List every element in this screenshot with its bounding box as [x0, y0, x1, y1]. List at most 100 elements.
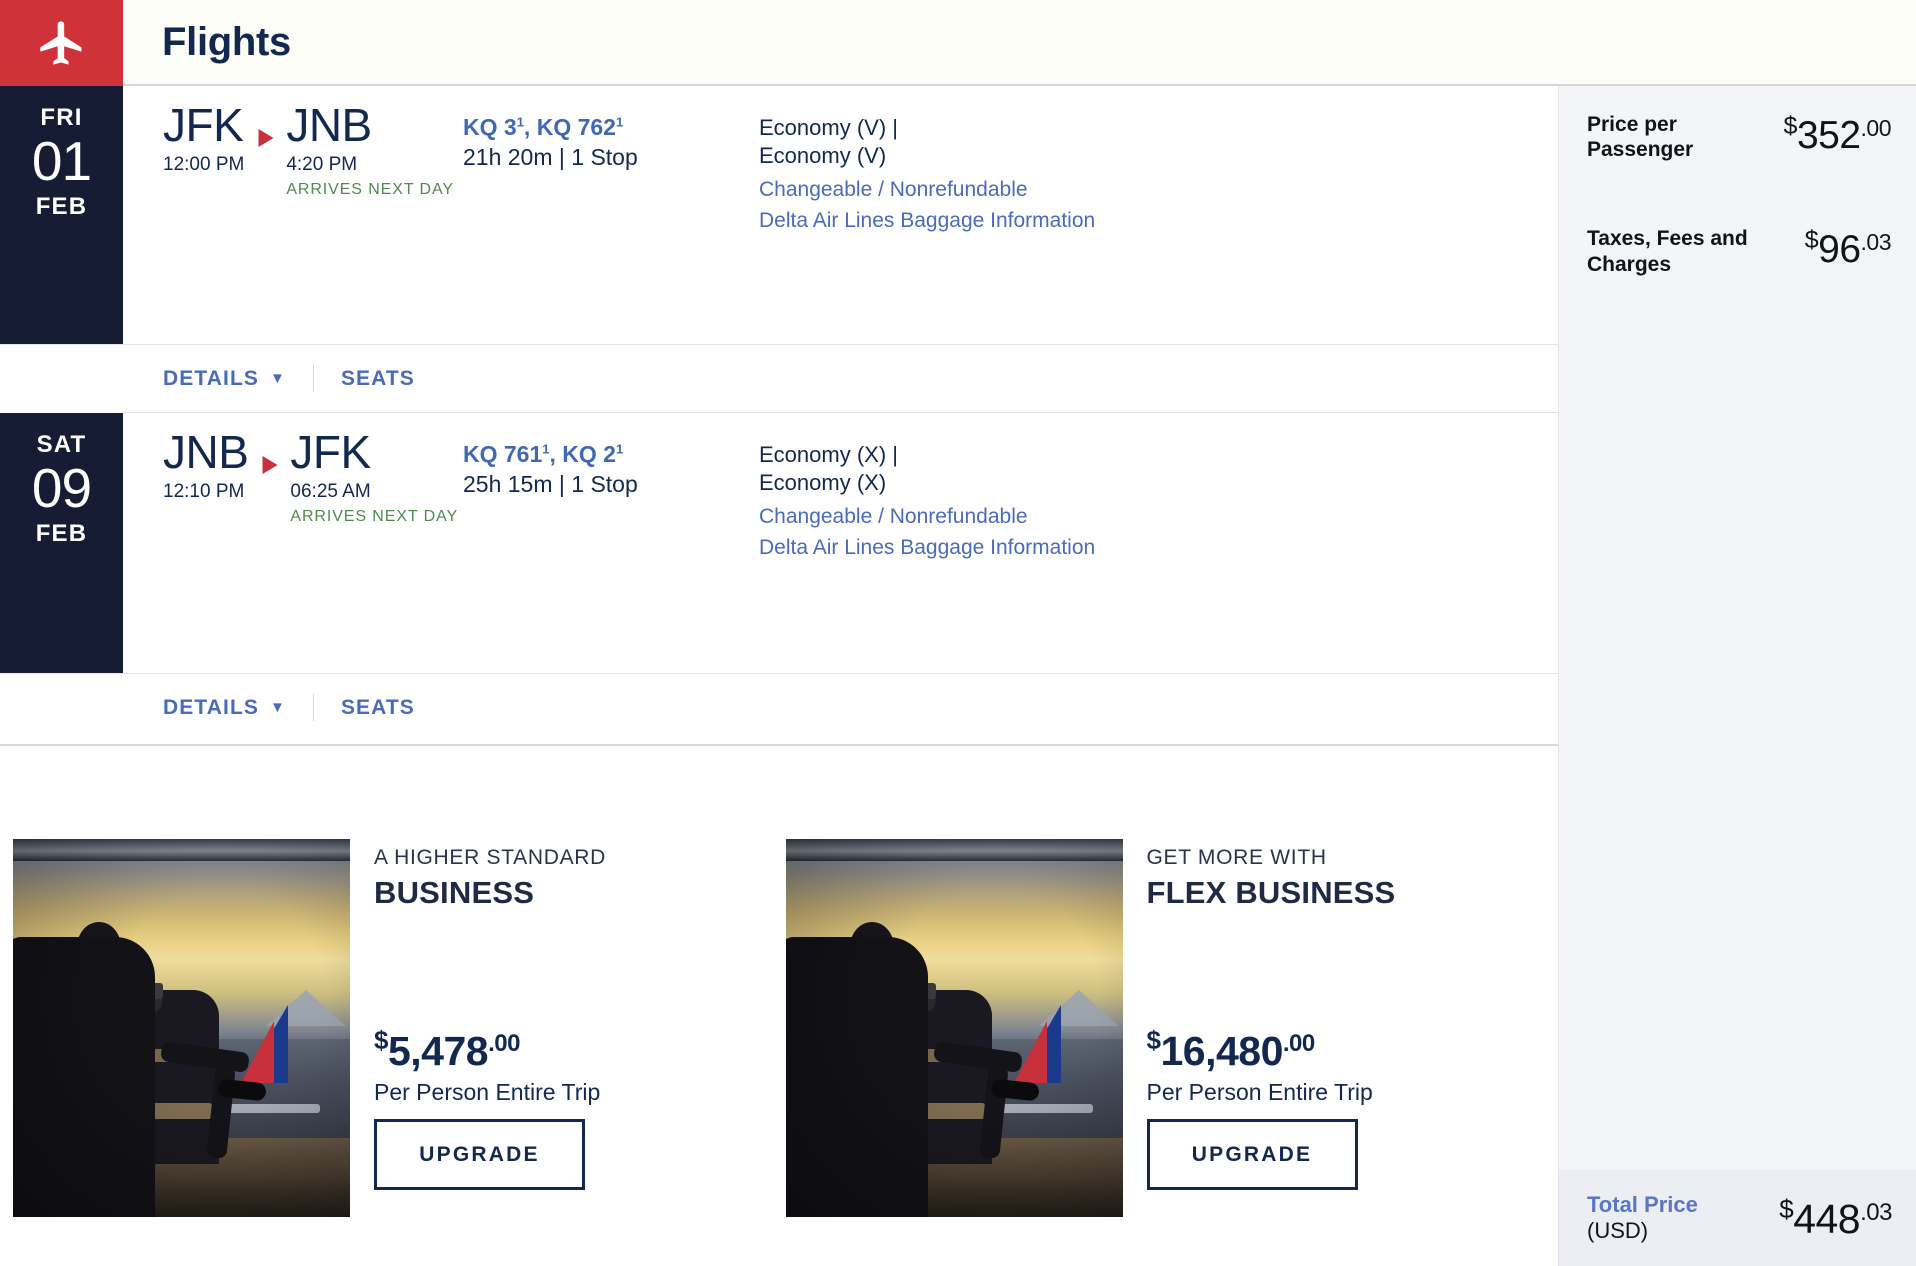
total-price-currency-label: (USD) [1587, 1218, 1649, 1243]
route-arrow [244, 101, 286, 344]
fare-rules-link[interactable]: Changeable / Nonrefundable [759, 176, 1558, 203]
total-price-cents: .03 [1860, 1198, 1892, 1226]
baggage-information-link[interactable]: Delta Air Lines Baggage Information [759, 534, 1558, 561]
details-label: DETAILS [163, 695, 259, 719]
flight-number-2-footnote: 1 [615, 114, 624, 130]
destination-airport: JFK 06:25 AM ARRIVES NEXT DAY [290, 428, 458, 673]
total-price-text: Total Price [1587, 1191, 1698, 1217]
page-title: Flights [162, 19, 291, 64]
lounge-image [13, 839, 350, 1217]
flight-numbers[interactable]: KQ 7611, KQ 21 [463, 441, 743, 468]
cabin-line-2: Economy (V) [759, 142, 887, 168]
flight-number-2[interactable]: KQ 762 [537, 114, 616, 140]
fare-block: Economy (X) | Economy (X) Changeable / N… [743, 428, 1558, 673]
upgrade-offers: A HIGHER STANDARD BUSINESS $5,478.00 Per… [0, 746, 1558, 1266]
upgrade-price-cents: .00 [1282, 1030, 1315, 1057]
date-day-of-week: FRI [40, 104, 83, 131]
segment-actions: DETAILS ▼ SEATS [0, 344, 1558, 412]
action-divider [312, 694, 314, 721]
taxes-cents: .03 [1860, 229, 1892, 256]
airplane-icon [39, 21, 81, 65]
upgrade-price-block: $5,478.00 Per Person Entire Trip [374, 1025, 600, 1106]
taxes-main: 96 [1818, 228, 1861, 272]
upgrade-price-subtitle: Per Person Entire Trip [1146, 1079, 1373, 1105]
route-arrow [248, 428, 290, 673]
cabin-line-1: Economy (X) | [759, 442, 898, 467]
fare-block: Economy (V) | Economy (V) Changeable / N… [743, 101, 1558, 344]
upgrade-price-main: 16,480 [1160, 1028, 1283, 1074]
flight-booking-page: Flights FRI 01 FEB JFK 12:00 PM JNB 4:20… [0, 0, 1916, 1266]
flight-number-2[interactable]: KQ 2 [562, 441, 616, 467]
flight-number-1[interactable]: KQ 761 [463, 441, 542, 467]
segment-date: SAT 09 FEB [0, 413, 123, 673]
arrives-next-day-note: ARRIVES NEXT DAY [286, 181, 454, 199]
cabin-line-2: Economy (X) [759, 469, 887, 495]
taxes-label: Taxes, Fees and Charges [1587, 227, 1748, 276]
flight-numbers-block: KQ 31, KQ 7621 21h 20m | 1 Stop [463, 101, 743, 344]
total-price-label: Total Price (USD) [1587, 1192, 1698, 1245]
app-header: Flights [0, 0, 1916, 86]
seats-label: SEATS [340, 695, 415, 719]
destination-time: 06:25 AM [290, 481, 371, 503]
price-per-passenger-main: 352 [1796, 114, 1861, 157]
date-day-of-week: SAT [36, 431, 87, 458]
details-button[interactable]: DETAILS ▼ [163, 696, 286, 720]
upgrade-price-currency: $ [374, 1025, 388, 1055]
upgrade-tier-name: FLEX BUSINESS [1146, 875, 1396, 910]
origin-time: 12:00 PM [163, 154, 245, 176]
date-day-number: 01 [31, 130, 92, 192]
lounge-image [785, 839, 1123, 1217]
origin-code: JNB [163, 426, 249, 478]
itinerary-list: FRI 01 FEB JFK 12:00 PM JNB 4:20 PM ARRI… [0, 86, 1558, 746]
airplane-logo-box [0, 0, 123, 86]
upgrade-card: A HIGHER STANDARD BUSINESS $5,478.00 Per… [13, 839, 786, 1266]
upgrade-card-text: GET MORE WITH FLEX BUSINESS $16,480.00 P… [1123, 839, 1559, 1266]
seats-label: SEATS [340, 366, 415, 390]
image-vignette [13, 839, 350, 1217]
origin-airport: JFK 12:00 PM [163, 101, 244, 344]
itinerary-segment: SAT 09 FEB JNB 12:10 PM JFK 06:25 AM ARR… [0, 413, 1558, 741]
destination-airport: JNB 4:20 PM ARRIVES NEXT DAY [286, 101, 454, 344]
route: JNB 12:10 PM JFK 06:25 AM ARRIVES NEXT D… [123, 428, 463, 673]
upgrade-card: GET MORE WITH FLEX BUSINESS $16,480.00 P… [785, 839, 1559, 1266]
chevron-down-icon: ▼ [269, 699, 286, 716]
flight-duration: 21h 20m | 1 Stop [463, 144, 638, 170]
seats-button[interactable]: SEATS [341, 696, 415, 720]
seats-button[interactable]: SEATS [341, 367, 415, 391]
upgrade-eyebrow: A HIGHER STANDARD [374, 846, 607, 869]
upgrade-price-main: 5,478 [387, 1028, 489, 1074]
origin-time: 12:10 PM [163, 481, 245, 503]
taxes-value: $96.03 [1804, 226, 1892, 272]
price-per-passenger-cents: .00 [1860, 115, 1892, 141]
play-arrow-icon [258, 129, 274, 147]
upgrade-button[interactable]: UPGRADE [374, 1119, 585, 1190]
taxes-row: Taxes, Fees and Charges $96.03 [1559, 162, 1916, 276]
date-month: FEB [35, 193, 88, 220]
baggage-information-link[interactable]: Delta Air Lines Baggage Information [759, 207, 1558, 234]
taxes-currency: $ [1804, 226, 1819, 255]
details-label: DETAILS [163, 366, 259, 390]
flight-number-1-footnote: 1 [516, 114, 524, 130]
flight-number-separator: , [549, 441, 563, 467]
upgrade-card-text: A HIGHER STANDARD BUSINESS $5,478.00 Per… [350, 839, 786, 1266]
upgrade-button[interactable]: UPGRADE [1146, 1119, 1358, 1190]
flight-number-separator: , [523, 114, 537, 140]
flight-number-1[interactable]: KQ 3 [463, 114, 517, 140]
details-button[interactable]: DETAILS ▼ [163, 367, 286, 391]
price-summary-panel: Price per Passenger $352.00 Taxes, Fees … [1558, 86, 1916, 1266]
arrives-next-day-note: ARRIVES NEXT DAY [290, 508, 459, 526]
origin-code: JFK [163, 99, 244, 151]
image-vignette [785, 839, 1123, 1217]
fare-rules-link[interactable]: Changeable / Nonrefundable [759, 503, 1558, 530]
total-price-row: Total Price (USD) $448.03 [1559, 1170, 1916, 1266]
destination-code: JNB [286, 99, 372, 151]
price-per-passenger-label: Price per Passenger [1587, 113, 1694, 162]
flight-numbers[interactable]: KQ 31, KQ 7621 [463, 114, 743, 141]
total-price-value: $448.03 [1779, 1194, 1892, 1243]
price-per-passenger-row: Price per Passenger $352.00 [1559, 86, 1916, 162]
destination-time: 4:20 PM [286, 154, 358, 176]
route: JFK 12:00 PM JNB 4:20 PM ARRIVES NEXT DA… [123, 101, 463, 344]
destination-code: JFK [290, 426, 371, 478]
total-price-main: 448 [1793, 1195, 1861, 1242]
flight-number-2-footnote: 1 [615, 441, 624, 457]
